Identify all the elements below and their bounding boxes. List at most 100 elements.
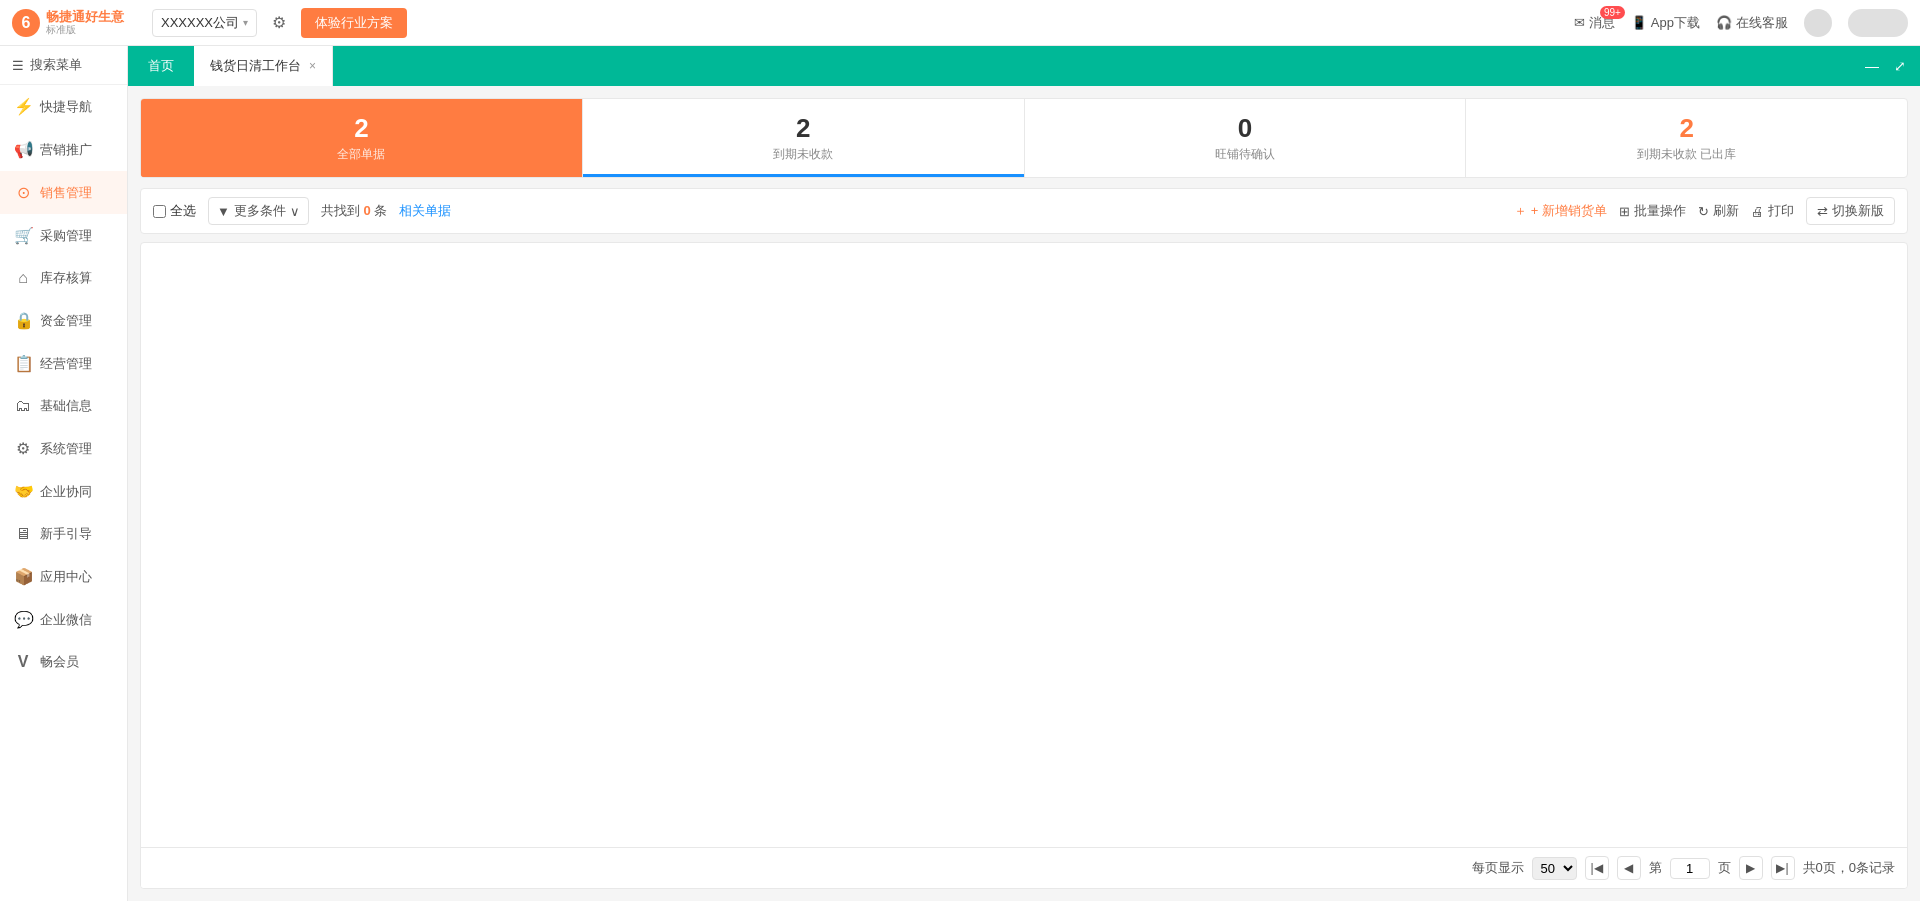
stat-card-overdue-unpaid[interactable]: 2 到期未收款 — [583, 99, 1025, 177]
stat-count-pending: 0 — [1045, 113, 1446, 144]
company-name: XXXXXX公司 — [161, 14, 239, 32]
sidebar-item-marketing[interactable]: 📢 营销推广 — [0, 128, 127, 171]
header-left: 6 畅捷通好生意 标准版 XXXXXX公司 ▾ ⚙ 体验行业方案 — [12, 8, 407, 38]
switch-version-button[interactable]: ⇄ 切换新版 — [1806, 197, 1895, 225]
stat-card-pending-confirm[interactable]: 0 旺铺待确认 — [1025, 99, 1467, 177]
system-icon: ⚙ — [14, 439, 32, 458]
header-right: ✉ 消息 99+ 📱 App下载 🎧 在线客服 — [1574, 9, 1908, 37]
page-content: 2 全部单据 2 到期未收款 0 旺铺待确认 2 到期未收款 已出库 — [128, 86, 1920, 901]
sales-icon: ⊙ — [14, 183, 32, 202]
sidebar-item-label: 企业微信 — [40, 611, 92, 629]
page-last-button[interactable]: ▶| — [1771, 856, 1795, 880]
tab-maximize-button[interactable]: ⤢ — [1888, 54, 1912, 78]
sidebar-item-label: 销售管理 — [40, 184, 92, 202]
sidebar-item-member[interactable]: V 畅会员 — [0, 641, 127, 683]
sidebar: ☰ 搜索菜单 ⚡ 快捷导航 📢 营销推广 ⊙ 销售管理 🛒 采购管理 ⌂ 库存核… — [0, 46, 128, 901]
add-sale-order-button[interactable]: ＋ + 新增销货单 — [1514, 202, 1607, 220]
tab-minimize-button[interactable]: — — [1860, 54, 1884, 78]
add-icon: ＋ — [1514, 202, 1527, 220]
sidebar-item-quick-nav[interactable]: ⚡ 快捷导航 — [0, 85, 127, 128]
sidebar-item-wechat[interactable]: 💬 企业微信 — [0, 598, 127, 641]
search-menu-label: 搜索菜单 — [30, 56, 82, 74]
batch-operation-button[interactable]: ⊞ 批量操作 — [1619, 202, 1686, 220]
page-total: 共0页，0条记录 — [1803, 859, 1895, 877]
stat-label-all: 全部单据 — [161, 146, 562, 163]
app-download-button[interactable]: 📱 App下载 — [1631, 14, 1700, 32]
sidebar-item-app-center[interactable]: 📦 应用中心 — [0, 555, 127, 598]
found-text: 共找到 0 条 — [321, 202, 387, 220]
sidebar-item-operations[interactable]: 📋 经营管理 — [0, 342, 127, 385]
stat-count-overdue-unpaid: 2 — [603, 113, 1004, 144]
logo-text: 畅捷通好生意 标准版 — [46, 9, 124, 37]
search-menu-button[interactable]: ☰ 搜索菜单 — [0, 46, 127, 85]
print-label: 打印 — [1768, 202, 1794, 220]
batch-icon: ⊞ — [1619, 204, 1630, 219]
company-selector[interactable]: XXXXXX公司 ▾ — [152, 9, 257, 37]
brand-sub: 标准版 — [46, 24, 124, 36]
select-all-checkbox[interactable]: 全选 — [153, 202, 196, 220]
sidebar-item-guide[interactable]: 🖥 新手引导 — [0, 513, 127, 555]
page-size-select[interactable]: 50 — [1532, 857, 1577, 880]
page-prev-button[interactable]: ◀ — [1617, 856, 1641, 880]
stat-count-unshipped: 2 — [1486, 113, 1887, 144]
service-icon: 🎧 — [1716, 15, 1732, 30]
logo-icon: 6 — [12, 9, 40, 37]
tab-close-button[interactable]: × — [309, 60, 316, 72]
filter-button[interactable]: ▼ 更多条件 ∨ — [208, 197, 309, 225]
select-all-input[interactable] — [153, 205, 166, 218]
sidebar-item-label: 系统管理 — [40, 440, 92, 458]
quick-nav-icon: ⚡ — [14, 97, 32, 116]
message-icon: ✉ — [1574, 15, 1585, 30]
sidebar-item-label: 快捷导航 — [40, 98, 92, 116]
settings-button[interactable]: ⚙ — [265, 9, 293, 37]
stat-label-overdue-unpaid: 到期未收款 — [603, 146, 1004, 163]
refresh-icon: ↻ — [1698, 204, 1709, 219]
online-service-label: 在线客服 — [1736, 14, 1788, 32]
sidebar-item-sales[interactable]: ⊙ 销售管理 — [0, 171, 127, 214]
sidebar-item-basic-info[interactable]: 🗂 基础信息 — [0, 385, 127, 427]
tab-active[interactable]: 钱货日清工作台 × — [194, 46, 333, 86]
stat-card-overdue-unshipped[interactable]: 2 到期未收款 已出库 — [1466, 99, 1907, 177]
avatar[interactable] — [1804, 9, 1832, 37]
tab-controls: — ⤢ — [1860, 54, 1920, 78]
page-input[interactable] — [1670, 858, 1710, 879]
found-count: 0 — [364, 203, 371, 218]
tab-bar: 首页 钱货日清工作台 × — ⤢ — [128, 46, 1920, 86]
switch-label: 切换新版 — [1832, 202, 1884, 220]
switch-icon: ⇄ — [1817, 204, 1828, 219]
sidebar-item-inventory[interactable]: ⌂ 库存核算 — [0, 257, 127, 299]
add-label: + 新增销货单 — [1531, 202, 1607, 220]
logo-area: 6 畅捷通好生意 标准版 — [12, 9, 124, 37]
sidebar-item-label: 新手引导 — [40, 525, 92, 543]
stat-card-all[interactable]: 2 全部单据 — [141, 99, 583, 177]
sidebar-item-cooperation[interactable]: 🤝 企业协同 — [0, 470, 127, 513]
download-icon: 📱 — [1631, 15, 1647, 30]
sidebar-item-label: 采购管理 — [40, 227, 92, 245]
inventory-icon: ⌂ — [14, 269, 32, 287]
app-download-label: App下载 — [1651, 14, 1700, 32]
online-service-button[interactable]: 🎧 在线客服 — [1716, 14, 1788, 32]
sidebar-item-label: 营销推广 — [40, 141, 92, 159]
tab-home[interactable]: 首页 — [128, 46, 194, 86]
page-next-button[interactable]: ▶ — [1739, 856, 1763, 880]
experience-button[interactable]: 体验行业方案 — [301, 8, 407, 38]
related-link[interactable]: 相关单据 — [399, 202, 451, 220]
stat-label-pending: 旺铺待确认 — [1045, 146, 1446, 163]
refresh-button[interactable]: ↻ 刷新 — [1698, 202, 1739, 220]
table-empty-message — [141, 243, 1907, 847]
sidebar-item-label: 应用中心 — [40, 568, 92, 586]
sidebar-item-finance[interactable]: 🔒 资金管理 — [0, 299, 127, 342]
stat-underline-overdue — [583, 174, 1024, 177]
sidebar-item-system[interactable]: ⚙ 系统管理 — [0, 427, 127, 470]
page-first-button[interactable]: |◀ — [1585, 856, 1609, 880]
finance-icon: 🔒 — [14, 311, 32, 330]
member-icon: V — [14, 653, 32, 671]
table-area: 每页显示 50 |◀ ◀ 第 页 ▶ ▶| 共0页，0条记录 — [140, 242, 1908, 889]
sidebar-item-label: 库存核算 — [40, 269, 92, 287]
header: 6 畅捷通好生意 标准版 XXXXXX公司 ▾ ⚙ 体验行业方案 ✉ 消息 99… — [0, 0, 1920, 46]
sidebar-item-purchase[interactable]: 🛒 采购管理 — [0, 214, 127, 257]
found-prefix: 共找到 — [321, 203, 360, 218]
username-display[interactable] — [1848, 9, 1908, 37]
print-button[interactable]: 🖨 打印 — [1751, 202, 1794, 220]
message-button[interactable]: ✉ 消息 99+ — [1574, 14, 1615, 32]
